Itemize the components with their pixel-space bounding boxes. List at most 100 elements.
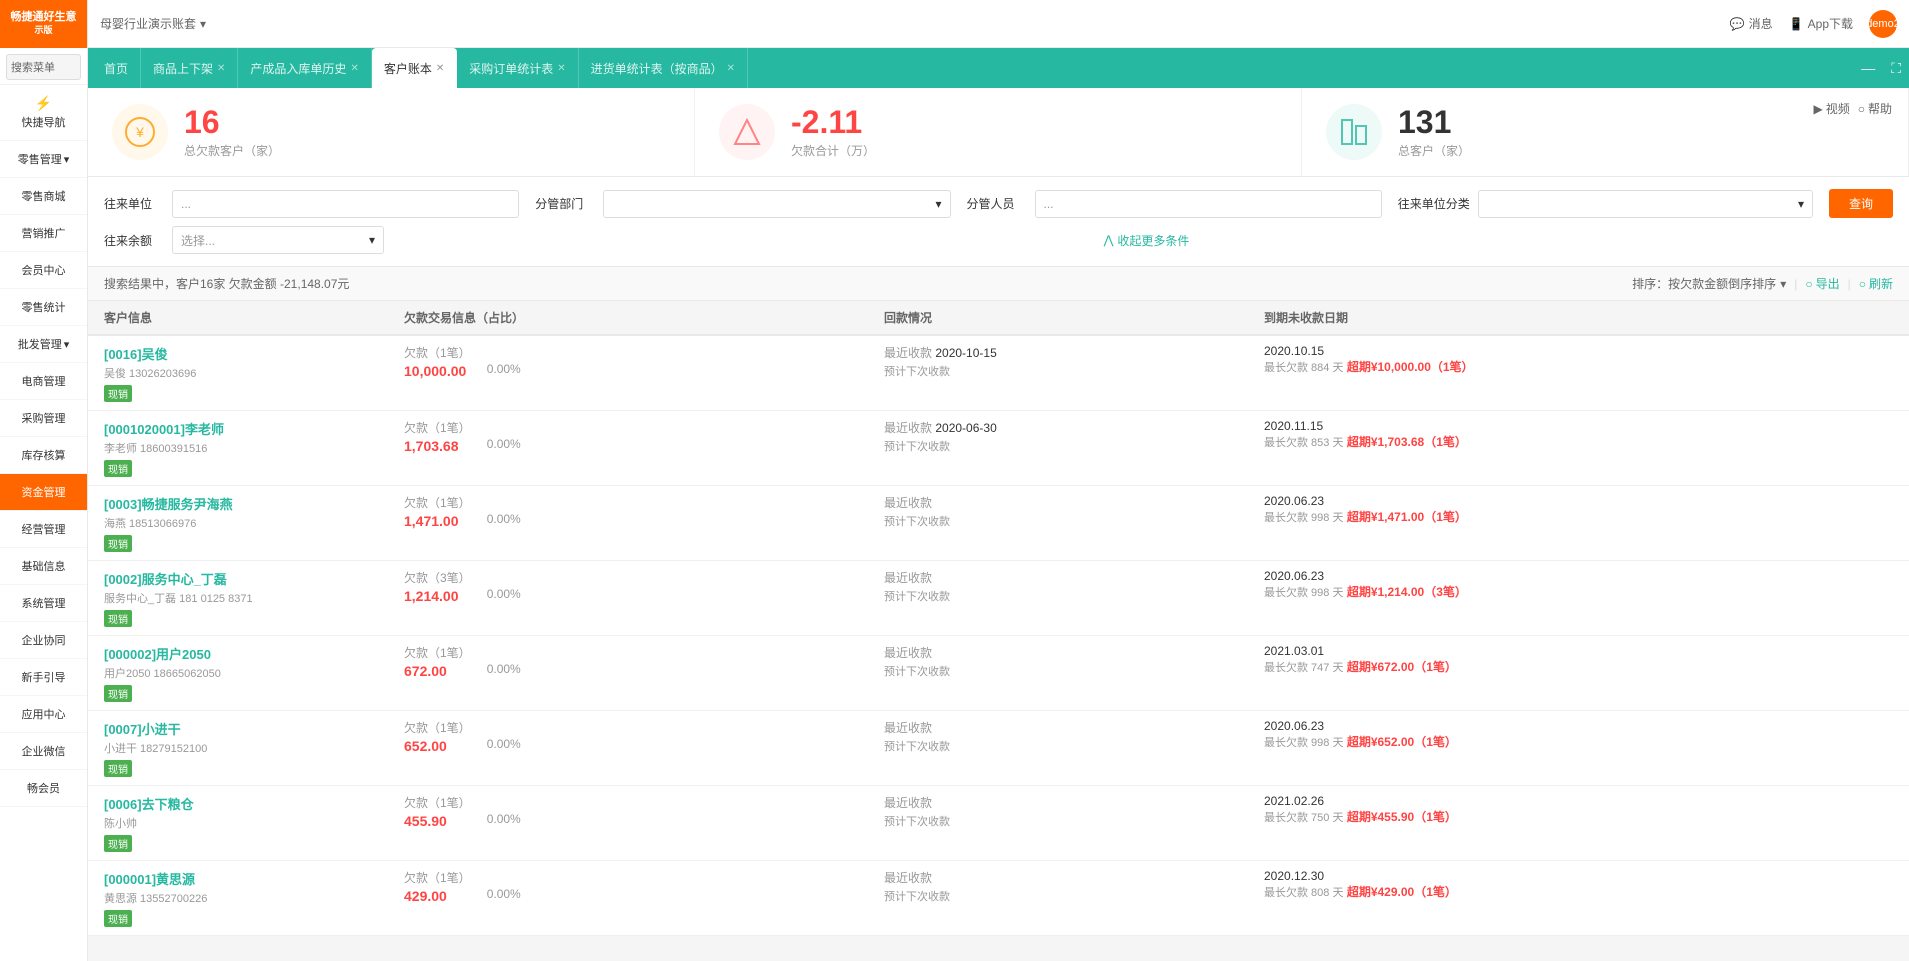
return-next: 预计下次收款 — [884, 513, 1264, 529]
overdue-date: 2020.10.15 — [1264, 344, 1893, 358]
sidebar-item-basic[interactable]: 基础信息 — [0, 548, 87, 585]
sidebar-item-newbie[interactable]: 新手引导 — [0, 659, 87, 696]
customer-contact: 吴俊 13026203696 — [104, 365, 404, 381]
chevron-down-icon: ▾ — [369, 233, 375, 247]
source-unit-input[interactable]: ... — [172, 190, 519, 218]
tab-minimize-btn[interactable]: — — [1857, 60, 1879, 76]
sidebar-item-operations[interactable]: 经营管理 — [0, 511, 87, 548]
sort-select[interactable]: 排序：按欠款金额倒序排序 ▾ — [1632, 275, 1786, 292]
sidebar-nav: ⚡ 快捷导航 零售管理 ▾ 零售商城 营销推广 会员中心 零售统计 批发管理 ▾ — [0, 85, 87, 961]
debt-ratio: 0.00% — [487, 587, 521, 601]
customer-info: [000002]用户2050 用户2050 18665062050 现销 — [104, 644, 404, 702]
debt-info: 欠款（3笔） 1,214.00 0.00% — [404, 569, 884, 627]
balance-select[interactable]: 选择... ▾ — [172, 226, 384, 254]
overdue-amount: 超期¥10,000.00（1笔） — [1347, 360, 1474, 374]
user-avatar[interactable]: demo2 — [1869, 10, 1897, 38]
sidebar-item-purchase[interactable]: 采购管理 — [0, 400, 87, 437]
debt-count: 欠款（1笔） — [404, 419, 471, 436]
export-btn[interactable]: ○ 导出 — [1805, 275, 1839, 292]
sidebar-item-member[interactable]: 会员中心 — [0, 252, 87, 289]
overdue-amount: 超期¥1,703.68（1笔） — [1347, 435, 1467, 449]
sidebar-item-quick-nav[interactable]: ⚡ 快捷导航 — [0, 85, 87, 141]
refresh-btn[interactable]: ○ 刷新 — [1859, 275, 1893, 292]
customer-name-link[interactable]: [0001020001]李老师 — [104, 419, 404, 438]
tab-close-customer[interactable]: ✕ — [436, 63, 444, 74]
dept-select[interactable]: ▾ — [603, 190, 950, 218]
debt-count: 欠款（3笔） — [404, 569, 471, 586]
overdue-date: 2021.03.01 — [1264, 644, 1893, 658]
sidebar-item-system[interactable]: 系统管理 — [0, 585, 87, 622]
sidebar-item-retail-mall[interactable]: 零售商城 — [0, 178, 87, 215]
tab-close-products[interactable]: ✕ — [217, 63, 225, 74]
filter-row-1: 往来单位 ... 分管部门 ▾ 分管人员 — [104, 189, 1893, 218]
sidebar-item-ecommerce[interactable]: 电商管理 — [0, 363, 87, 400]
results-info: 搜索结果中，客户16家 欠款金额 -21,148.07元 — [104, 275, 349, 292]
debt-count: 欠款（1笔） — [404, 494, 471, 511]
tab-home[interactable]: 首页 — [92, 48, 141, 88]
sidebar-item-enterprise-wechat[interactable]: 企业微信 — [0, 733, 87, 770]
sidebar: 畅捷通好生意示版 搜索菜单 ⚡ 快捷导航 零售管理 ▾ 零售商城 营销推广 会员… — [0, 0, 88, 961]
tab-purchase-stats[interactable]: 进货单统计表（按商品） ✕ — [579, 48, 748, 88]
debt-amount: 1,471.00 — [404, 513, 471, 529]
message-btn[interactable]: 💬 消息 — [1730, 15, 1773, 32]
customer-info: [0007]小进干 小进干 18279152100 现销 — [104, 719, 404, 777]
tab-close-stats[interactable]: ✕ — [727, 63, 735, 74]
debt-info: 欠款（1笔） 455.90 0.00% — [404, 794, 884, 852]
return-label: 最近收款 — [884, 796, 932, 810]
return-next: 预计下次收款 — [884, 888, 1264, 904]
customer-name-link[interactable]: [0003]畅捷服务尹海燕 — [104, 494, 404, 513]
sidebar-item-vip[interactable]: 畅会员 — [0, 770, 87, 807]
tab-close-purchase[interactable]: ✕ — [557, 63, 565, 74]
sidebar-item-finance[interactable]: 资金管理 — [0, 474, 87, 511]
sidebar-item-enterprise-coop[interactable]: 企业协同 — [0, 622, 87, 659]
app-download-btn[interactable]: 📱 App下载 — [1789, 15, 1853, 32]
tab-expand-btn[interactable]: ⛶ — [1887, 60, 1905, 77]
customer-name-link[interactable]: [000001]黄思源 — [104, 869, 404, 888]
video-btn[interactable]: ▶ 视频 — [1813, 100, 1849, 117]
return-label: 最近收款 — [884, 346, 932, 360]
tab-production[interactable]: 产成品入库单历史 ✕ — [238, 48, 371, 88]
help-btn[interactable]: ○ 帮助 — [1858, 100, 1892, 117]
sidebar-item-retail-stats[interactable]: 零售统计 — [0, 289, 87, 326]
table-row: [0003]畅捷服务尹海燕 海燕 18513066976 现销 欠款（1笔） 1… — [88, 486, 1909, 561]
debt-amount: 1,214.00 — [404, 588, 471, 604]
download-icon: 📱 — [1789, 17, 1804, 31]
sidebar-item-marketing[interactable]: 营销推广 — [0, 215, 87, 252]
customer-name-link[interactable]: [000002]用户2050 — [104, 644, 404, 663]
quick-nav-icon: ⚡ — [4, 95, 83, 112]
unit-type-select[interactable]: ▾ — [1478, 190, 1813, 218]
customer-name-link[interactable]: [0007]小进干 — [104, 719, 404, 738]
tab-products[interactable]: 商品上下架 ✕ — [141, 48, 238, 88]
manager-input[interactable]: ... — [1035, 190, 1382, 218]
sidebar-item-inventory[interactable]: 库存核算 — [0, 437, 87, 474]
customer-name-link[interactable]: [0002]服务中心_丁磊 — [104, 569, 404, 588]
customer-name-link[interactable]: [0006]去下粮仓 — [104, 794, 404, 813]
debt-ratio: 0.00% — [487, 512, 521, 526]
filter-area: 往来单位 ... 分管部门 ▾ 分管人员 — [88, 177, 1909, 267]
search-menu-btn[interactable]: 搜索菜单 — [6, 54, 81, 80]
sidebar-item-retail-mgmt[interactable]: 零售管理 ▾ — [0, 141, 87, 178]
overdue-date: 2020.11.15 — [1264, 419, 1893, 433]
customer-contact: 陈小帅 — [104, 815, 404, 831]
sidebar-item-app-center[interactable]: 应用中心 — [0, 696, 87, 733]
search-btn[interactable]: 查询 — [1829, 189, 1893, 218]
filter-manager: 分管人员 ... — [967, 190, 1382, 218]
overdue-date: 2020.06.23 — [1264, 569, 1893, 583]
summary-card-1: ¥ 16 总欠款客户（家） — [88, 88, 695, 176]
tab-purchase-order[interactable]: 采购订单统计表 ✕ — [457, 48, 578, 88]
sidebar-search-container[interactable]: 搜索菜单 — [0, 48, 87, 85]
manager-label: 分管人员 — [967, 195, 1027, 212]
debt-amount: 429.00 — [404, 888, 471, 904]
company-selector[interactable]: 母婴行业演示账套 ▾ — [100, 15, 206, 32]
total-customers-value: 131 — [1398, 106, 1470, 138]
collapse-filter-btn[interactable]: ⋀ 收起更多条件 — [1100, 228, 1194, 253]
customer-name-link[interactable]: [0016]吴俊 — [104, 344, 404, 363]
table-row: [000001]黄思源 黄思源 13552700226 现销 欠款（1笔） 42… — [88, 861, 1909, 936]
sort-label: 排序：按欠款金额倒序排序 — [1632, 275, 1776, 292]
sidebar-item-batch-mgmt[interactable]: 批发管理 ▾ — [0, 326, 87, 363]
overdue-days: 最长欠款 853 天 — [1264, 437, 1343, 449]
overdue-amount: 超期¥1,471.00（1笔） — [1347, 510, 1467, 524]
tab-close-production[interactable]: ✕ — [350, 63, 358, 74]
debt-info: 欠款（1笔） 429.00 0.00% — [404, 869, 884, 927]
tab-customer-account[interactable]: 客户账本 ✕ — [372, 48, 457, 88]
